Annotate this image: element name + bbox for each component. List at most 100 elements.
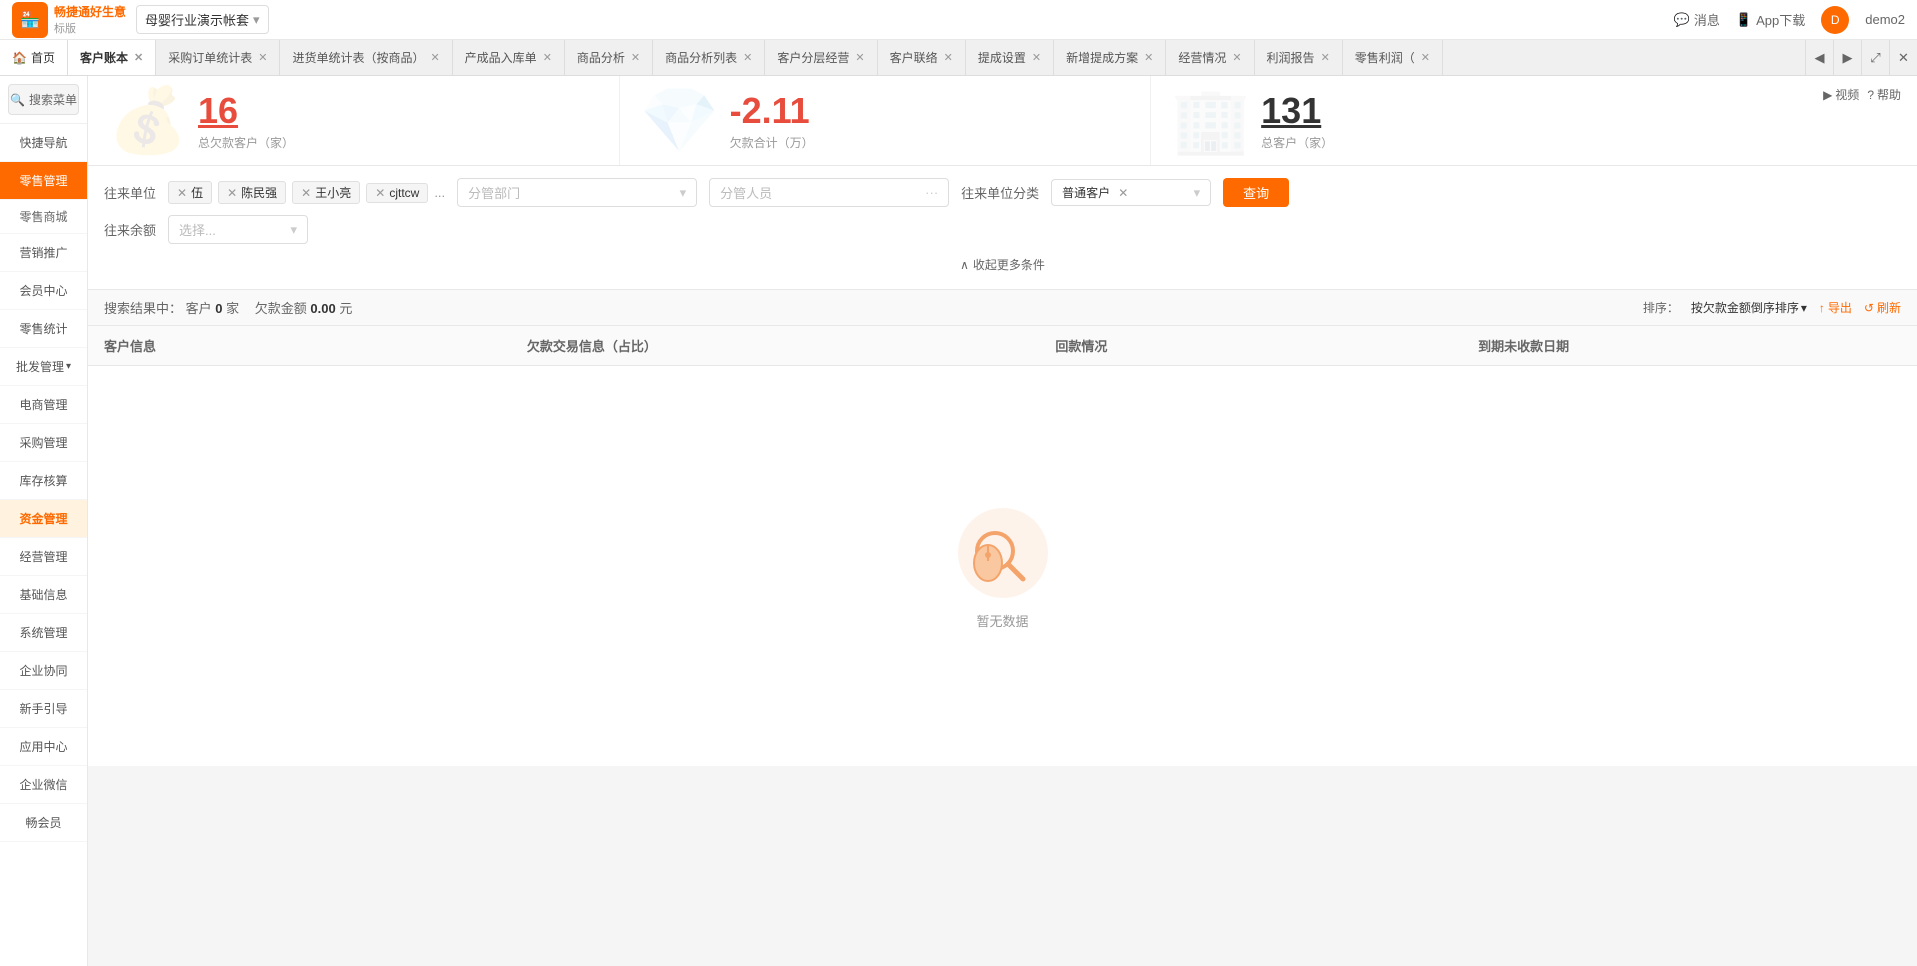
sidebar-item-finance[interactable]: 资金管理 [0, 500, 87, 538]
sidebar-item-wechat[interactable]: 企业微信 [0, 766, 87, 804]
filter-tag-x-1[interactable]: ✕ [227, 186, 237, 200]
tab-prev-btn[interactable]: ◀ [1805, 40, 1833, 76]
user-avatar[interactable]: D [1821, 6, 1849, 34]
tab-retail-profit-close[interactable]: ✕ [1421, 51, 1430, 64]
col-due-date: 到期未收款日期 [1478, 336, 1901, 355]
collapse-btn[interactable]: ∧ 收起更多条件 [104, 252, 1901, 277]
filter-tag-1: ✕ 陈民强 [218, 181, 286, 204]
refresh-btn[interactable]: ↺ 刷新 [1864, 299, 1901, 316]
top-bar-right: 💬 消息 📱 App下载 D demo2 [1674, 6, 1905, 34]
export-btn[interactable]: ↑ 导出 [1819, 299, 1852, 316]
app-download-btn[interactable]: 📱 App下载 [1736, 10, 1805, 29]
sidebar-item-purchase[interactable]: 采购管理 [0, 424, 87, 462]
sidebar-item-quick-nav[interactable]: 快捷导航 [0, 124, 87, 162]
tab-product-analysis-list-close[interactable]: ✕ [743, 51, 752, 64]
tab-product-warehousing-close[interactable]: ✕ [543, 51, 552, 64]
filter-tag-x-customer[interactable]: ✕ [1118, 186, 1128, 200]
tab-close-all-btn[interactable]: ✕ [1889, 40, 1917, 76]
tab-customer-tier[interactable]: 客户分层经营 ✕ [765, 40, 877, 76]
refresh-icon: ↺ [1864, 301, 1874, 315]
tab-product-analysis-close[interactable]: ✕ [631, 51, 640, 64]
filter-tag-x-0[interactable]: ✕ [177, 186, 187, 200]
tab-product-analysis-list[interactable]: 商品分析列表 ✕ [653, 40, 765, 76]
main-layout: 🔍 搜索菜单 快捷导航 零售管理 零售商城 营销推广 会员中心 零售统计 批发管… [0, 76, 1917, 966]
stat-total-debt: 💎 -2.11 欠款合计（万） [620, 76, 1152, 165]
search-menu-btn[interactable]: 🔍 搜索菜单 [8, 84, 79, 115]
unit-category-select[interactable]: 普通客户 ✕ ▾ [1051, 179, 1211, 206]
tab-next-btn[interactable]: ▶ [1833, 40, 1861, 76]
search-icon: 🔍 [10, 93, 25, 107]
query-btn[interactable]: 查询 [1223, 178, 1289, 207]
tab-promotion-settings-close[interactable]: ✕ [1032, 51, 1041, 64]
stats-row: 💰 16 总欠款客户（家） 💎 -2.11 欠款合计（万） 🏢 131 [88, 76, 1917, 166]
filter-tag-3: ✕ cjttcw [366, 183, 428, 203]
person-select[interactable]: 分管人员 ··· [709, 178, 949, 207]
tab-profit-report[interactable]: 利润报告 ✕ [1255, 40, 1343, 76]
balance-select[interactable]: 选择... ▾ [168, 215, 308, 244]
balance-dropdown-icon: ▾ [290, 222, 297, 238]
tab-profit-report-close[interactable]: ✕ [1321, 51, 1330, 64]
total-customers-number[interactable]: 16 [198, 90, 294, 132]
tab-expand-btn[interactable]: ⤢ [1861, 40, 1889, 76]
tab-home[interactable]: 🏠 首页 [0, 40, 68, 76]
filter-tag-x-2[interactable]: ✕ [301, 186, 311, 200]
tab-operations-close[interactable]: ✕ [1232, 51, 1241, 64]
sidebar-item-ecommerce[interactable]: 电商管理 [0, 386, 87, 424]
department-placeholder: 分管部门 [468, 183, 520, 202]
filter-tag-label-customer: 普通客户 [1062, 184, 1110, 201]
tab-purchase-orders[interactable]: 采购订单统计表 ✕ [156, 40, 280, 76]
workspace-selector[interactable]: 母婴行业演示帐套 ▾ [136, 5, 269, 34]
department-select[interactable]: 分管部门 ▾ [457, 178, 697, 207]
tab-operations[interactable]: 经营情况 ✕ [1166, 40, 1254, 76]
tab-purchase-stats-close[interactable]: ✕ [430, 51, 439, 64]
sidebar-item-app-center[interactable]: 应用中心 [0, 728, 87, 766]
tab-retail-profit[interactable]: 零售利润（ ✕ [1343, 40, 1443, 76]
sidebar-item-membership[interactable]: 会员中心 [0, 272, 87, 310]
total-debt-number: -2.11 [730, 90, 814, 132]
col-debt-info: 欠款交易信息（占比） [527, 336, 1056, 355]
sort-value-btn[interactable]: 按欠款金额倒序排序 ▾ [1691, 299, 1807, 316]
sidebar-item-base-info[interactable]: 基础信息 [0, 576, 87, 614]
sidebar-item-wholesale[interactable]: 批发管理 ▾ [0, 348, 87, 386]
sidebar-item-operations-mgmt[interactable]: 经营管理 [0, 538, 87, 576]
tab-customer-contact[interactable]: 客户联络 ✕ [878, 40, 966, 76]
filter-tag-label-3: cjttcw [389, 186, 419, 200]
sidebar-item-retail-stats[interactable]: 零售统计 [0, 310, 87, 348]
message-btn[interactable]: 💬 消息 [1674, 10, 1720, 29]
collapse-up-icon: ∧ [960, 258, 969, 272]
total-clients-number[interactable]: 131 [1261, 90, 1333, 132]
help-btn[interactable]: ? 帮助 [1867, 86, 1901, 103]
sidebar-item-retail-mall[interactable]: 零售商城 [0, 200, 87, 234]
tab-customer-tier-close[interactable]: ✕ [855, 51, 864, 64]
tab-bar: 🏠 首页 客户账本 ✕ 采购订单统计表 ✕ 进货单统计表（按商品） ✕ 产成品入… [0, 40, 1917, 76]
sidebar-item-system[interactable]: 系统管理 [0, 614, 87, 652]
filter-tag-x-3[interactable]: ✕ [375, 186, 385, 200]
sidebar-item-retail[interactable]: 零售管理 [0, 162, 87, 200]
tab-accounts[interactable]: 客户账本 ✕ [68, 40, 156, 76]
table-body: 暂无数据 [88, 366, 1917, 766]
tab-new-promotion[interactable]: 新增提成方案 ✕ [1054, 40, 1166, 76]
stat-total-customers: 💰 16 总欠款客户（家） [88, 76, 620, 165]
video-btn[interactable]: ▶ 视频 [1823, 86, 1859, 103]
empty-illustration [953, 503, 1053, 603]
sidebar-search-area: 🔍 搜索菜单 [0, 76, 87, 124]
col-payment-status: 回款情况 [1055, 336, 1478, 355]
tab-purchase-orders-close[interactable]: ✕ [258, 51, 267, 64]
filter-more-tags-btn[interactable]: ... [434, 185, 445, 200]
sidebar-item-inventory[interactable]: 库存核算 [0, 462, 87, 500]
tab-purchase-stats[interactable]: 进货单统计表（按商品） ✕ [280, 40, 452, 76]
stat-bg-icon-1: 💰 [108, 83, 188, 158]
tab-product-analysis[interactable]: 商品分析 ✕ [565, 40, 653, 76]
filter-row-2: 往来余额 选择... ▾ [104, 215, 1901, 244]
sidebar-item-new-user[interactable]: 新手引导 [0, 690, 87, 728]
result-actions: 排序： 按欠款金额倒序排序 ▾ ↑ 导出 ↺ 刷新 [1643, 299, 1901, 316]
tab-product-warehousing[interactable]: 产成品入库单 ✕ [453, 40, 565, 76]
tab-promotion-settings[interactable]: 提成设置 ✕ [966, 40, 1054, 76]
total-debt-label: 欠款合计（万） [730, 134, 814, 151]
tab-accounts-close[interactable]: ✕ [134, 51, 143, 64]
tab-customer-contact-close[interactable]: ✕ [944, 51, 953, 64]
tab-new-promotion-close[interactable]: ✕ [1144, 51, 1153, 64]
sidebar-item-marketing[interactable]: 营销推广 [0, 234, 87, 272]
sidebar-item-vip[interactable]: 畅会员 [0, 804, 87, 842]
sidebar-item-enterprise[interactable]: 企业协同 [0, 652, 87, 690]
